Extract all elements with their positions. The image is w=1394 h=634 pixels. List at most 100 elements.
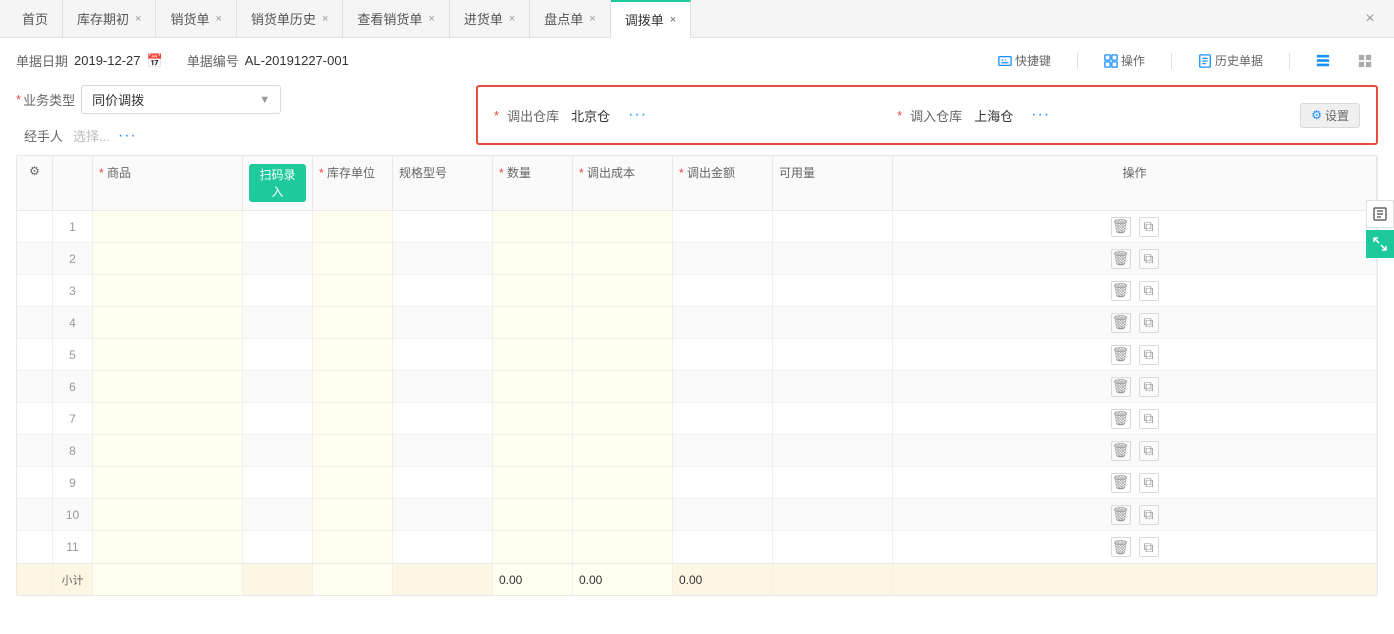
delete-icon[interactable]: 🗑	[1111, 217, 1131, 237]
business-type-field: * 业务类型 同价调拨 ▼	[16, 85, 456, 114]
layout-button-1[interactable]	[1310, 52, 1336, 70]
delete-icon[interactable]: 🗑	[1111, 249, 1131, 269]
transfer-out-label: 调出仓库	[507, 106, 559, 125]
delete-icon[interactable]: 🗑	[1111, 345, 1131, 365]
business-type-value: 同价调拨	[92, 90, 144, 109]
main-table: ⚙ * 商品 扫码录入 * 库存单位 规格型号 * 数量 * 调出成本	[16, 155, 1378, 596]
delete-icon[interactable]: 🗑	[1111, 377, 1131, 397]
table-row: 4 🗑 ⧉	[17, 307, 1377, 339]
operations-button[interactable]: 操作	[1098, 50, 1151, 71]
transfer-in-required: *	[897, 108, 902, 123]
scan-button[interactable]: 扫码录入	[249, 164, 306, 202]
close-tab-sales-order[interactable]: ×	[215, 13, 221, 25]
tab-sales-order[interactable]: 销货单 ×	[156, 0, 236, 38]
tab-inventory-init[interactable]: 库存期初 ×	[63, 0, 156, 38]
tab-transfer[interactable]: 调拨单 ×	[611, 0, 691, 38]
copy-icon[interactable]: ⧉	[1139, 281, 1159, 301]
copy-icon[interactable]: ⧉	[1139, 249, 1159, 269]
main-content: 单据日期 2019-12-27 📅 单据编号 AL-20191227-001 快…	[0, 38, 1394, 608]
row-unit-1[interactable]	[313, 211, 393, 242]
close-tab-view-sales[interactable]: ×	[428, 13, 434, 25]
row-product-1[interactable]	[93, 211, 243, 242]
copy-icon[interactable]: ⧉	[1139, 505, 1159, 525]
copy-icon[interactable]: ⧉	[1139, 537, 1159, 557]
transfer-in-value[interactable]: 上海仓	[974, 106, 1013, 125]
copy-icon[interactable]: ⧉	[1139, 345, 1159, 365]
close-tab-sales-history[interactable]: ×	[322, 13, 328, 25]
close-tab-purchase-order[interactable]: ×	[509, 13, 515, 25]
calendar-icon[interactable]: 📅	[147, 53, 163, 69]
date-label: 单据日期	[16, 51, 68, 70]
row-qty-1[interactable]	[493, 211, 573, 242]
table-row: 5 🗑 ⧉	[17, 339, 1377, 371]
layout-button-2[interactable]	[1352, 52, 1378, 70]
copy-icon[interactable]: ⧉	[1139, 377, 1159, 397]
row-spec-1	[393, 211, 493, 242]
th-unit: * 库存单位	[313, 156, 393, 210]
shortcut-button[interactable]: 快捷键	[992, 50, 1057, 71]
settings-button[interactable]: ⚙ 设置	[1300, 103, 1360, 128]
th-spec: 规格型号	[393, 156, 493, 210]
sidebar-expand-icon[interactable]	[1366, 230, 1394, 258]
table-row: 7 🗑 ⧉	[17, 403, 1377, 435]
copy-icon[interactable]: ⧉	[1139, 441, 1159, 461]
tab-view-sales[interactable]: 查看销货单 ×	[343, 0, 449, 38]
subtotal-amount: 0.00	[673, 564, 773, 595]
row-scan-1	[243, 211, 313, 242]
delete-icon[interactable]: 🗑	[1111, 281, 1131, 301]
close-tab-inventory-check[interactable]: ×	[589, 13, 595, 25]
row-ops-1: 🗑 ⧉	[893, 211, 1377, 242]
th-cost: * 调出成本	[573, 156, 673, 210]
date-field-group: 单据日期 2019-12-27 📅	[16, 51, 163, 70]
business-type-label: 业务类型	[23, 90, 75, 109]
close-tab-transfer[interactable]: ×	[670, 14, 676, 26]
table-row: 10 🗑 ⧉	[17, 499, 1377, 531]
delete-icon[interactable]: 🗑	[1111, 473, 1131, 493]
handler-input[interactable]: 选择...	[73, 126, 110, 145]
delete-icon[interactable]: 🗑	[1111, 313, 1131, 333]
copy-icon[interactable]: ⧉	[1139, 313, 1159, 333]
window-close-button[interactable]: ×	[1354, 0, 1386, 38]
transfer-out-dots-button[interactable]: ···	[628, 106, 647, 124]
subtotal-cost: 0.00	[573, 564, 673, 595]
sidebar-list-icon[interactable]	[1366, 200, 1394, 228]
subtotal-row: 小计 0.00 0.00 0.00	[17, 563, 1377, 595]
business-type-select[interactable]: 同价调拨 ▼	[81, 85, 281, 114]
tab-inventory-check[interactable]: 盘点单 ×	[530, 0, 610, 38]
copy-icon[interactable]: ⧉	[1139, 409, 1159, 429]
row-amount-1	[673, 211, 773, 242]
form-section: * 业务类型 同价调拨 ▼ 经手人 选择... ··· * 调出仓库 北京仓 ·…	[16, 85, 1378, 145]
tab-sales-history[interactable]: 销货单历史 ×	[237, 0, 343, 38]
row-cost-1[interactable]	[573, 211, 673, 242]
tab-purchase-order[interactable]: 进货单 ×	[450, 0, 530, 38]
th-qty: * 数量	[493, 156, 573, 210]
th-scan: 扫码录入	[243, 156, 313, 210]
delete-icon[interactable]: 🗑	[1111, 441, 1131, 461]
delete-icon[interactable]: 🗑	[1111, 537, 1131, 557]
table-body: 1 🗑 ⧉ 2	[17, 211, 1377, 563]
copy-icon[interactable]: ⧉	[1139, 217, 1159, 237]
th-gear[interactable]: ⚙	[17, 156, 53, 210]
handler-label: 经手人	[24, 126, 63, 145]
table-row: 6 🗑 ⧉	[17, 371, 1377, 403]
chevron-down-icon: ▼	[259, 94, 270, 106]
number-value: AL-20191227-001	[245, 53, 349, 68]
gear-icon: ⚙	[1311, 108, 1322, 122]
copy-icon[interactable]: ⧉	[1139, 473, 1159, 493]
table-row: 1 🗑 ⧉	[17, 211, 1377, 243]
history-button[interactable]: 历史单据	[1192, 50, 1269, 71]
th-avail: 可用量	[773, 156, 893, 210]
close-tab-inventory-init[interactable]: ×	[135, 13, 141, 25]
transfer-in-dots-button[interactable]: ···	[1031, 106, 1050, 124]
transfer-out-value[interactable]: 北京仓	[571, 106, 610, 125]
header-row: 单据日期 2019-12-27 📅 单据编号 AL-20191227-001 快…	[16, 50, 1378, 71]
delete-icon[interactable]: 🗑	[1111, 409, 1131, 429]
delete-icon[interactable]: 🗑	[1111, 505, 1131, 525]
th-amount: * 调出金额	[673, 156, 773, 210]
tab-home[interactable]: 首页	[8, 0, 63, 38]
subtotal-qty: 0.00	[493, 564, 573, 595]
date-value[interactable]: 2019-12-27	[74, 53, 141, 68]
transfer-out-required: *	[494, 108, 499, 123]
handler-dots-button[interactable]: ···	[118, 127, 137, 145]
right-sidebar	[1366, 200, 1394, 258]
